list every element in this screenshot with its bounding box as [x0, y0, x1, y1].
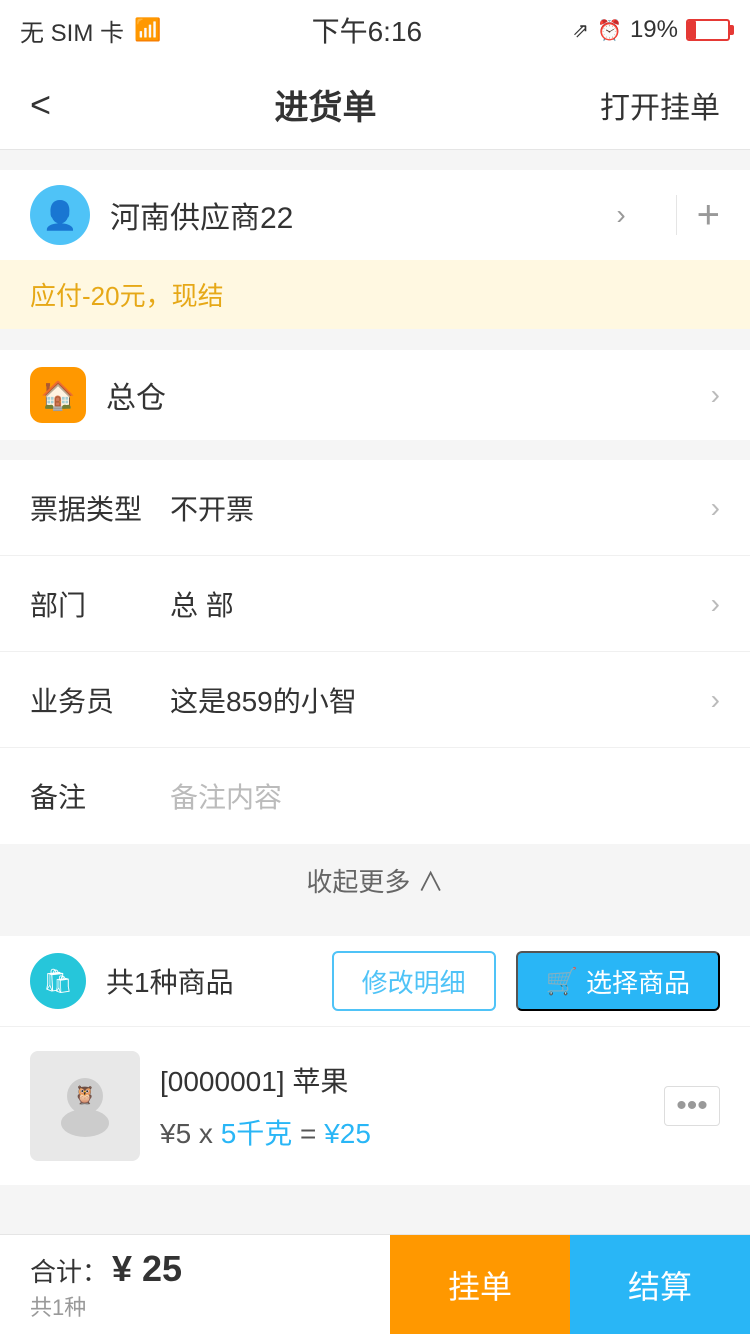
product-item: 🦉 [0000001] 苹果 ¥5 x 5千克 = ¥25 ••• — [0, 1026, 750, 1185]
product-title: 苹果 — [292, 1066, 348, 1097]
salesperson-row[interactable]: 业务员 这是859的小智 › — [0, 652, 750, 748]
invoice-arrow-icon: › — [711, 492, 720, 524]
modify-detail-button[interactable]: 修改明细 — [332, 951, 496, 1011]
quantity: 5千克 — [221, 1118, 293, 1149]
product-image-placeholder: 🦉 — [50, 1071, 120, 1141]
warehouse-name: 总仓 — [106, 373, 711, 417]
avatar-icon: 👤 — [43, 199, 78, 232]
invoice-label: 票据类型 — [30, 488, 150, 528]
total-amount: ¥ 25 — [112, 1248, 182, 1290]
equals: = — [292, 1118, 324, 1149]
supplier-card: 👤 河南供应商22 › + 应付-20元，现结 — [0, 170, 750, 330]
warehouse-icon: 🏠 — [30, 367, 86, 423]
remark-value[interactable]: 备注内容 — [150, 776, 720, 816]
open-pending-button[interactable]: 打开挂单 — [600, 83, 720, 127]
wifi-icon: 📶 — [134, 17, 161, 43]
supplier-avatar: 👤 — [30, 185, 90, 245]
products-header: 🛍 共1种商品 修改明细 🛒 选择商品 — [0, 936, 750, 1026]
unit-price: ¥5 x — [160, 1118, 221, 1149]
product-name: [0000001] 苹果 — [160, 1060, 644, 1100]
salesperson-value: 这是859的小智 — [150, 680, 711, 720]
select-product-button[interactable]: 🛒 选择商品 — [516, 951, 720, 1011]
supplier-arrow-icon: › — [616, 199, 625, 231]
department-value: 总 部 — [150, 584, 711, 624]
bag-icon: 🛍 — [43, 967, 73, 996]
remark-label: 备注 — [30, 776, 150, 816]
invoice-row[interactable]: 票据类型 不开票 › — [0, 460, 750, 556]
svg-text:🦉: 🦉 — [74, 1085, 96, 1105]
add-button[interactable]: + — [697, 193, 720, 238]
status-bar-left: 无 SIM 卡 📶 — [20, 13, 161, 48]
location-icon: ⇗ — [572, 18, 589, 43]
department-arrow-icon: › — [711, 588, 720, 620]
products-icon: 🛍 — [30, 953, 86, 1009]
battery-icon — [686, 19, 730, 41]
product-thumbnail: 🦉 — [30, 1051, 140, 1161]
status-bar: 无 SIM 卡 📶 下午6:16 ⇗ ⏰ 19% — [0, 0, 750, 60]
collapse-bar[interactable]: 收起更多 ∧ — [0, 844, 750, 916]
battery-label: 19% — [630, 16, 678, 44]
nav-bar: < 进货单 打开挂单 — [0, 60, 750, 150]
department-row[interactable]: 部门 总 部 › — [0, 556, 750, 652]
supplier-row[interactable]: 👤 河南供应商22 › + — [0, 170, 750, 260]
product-price-row: ¥5 x 5千克 = ¥25 — [160, 1112, 644, 1152]
carrier-label: 无 SIM 卡 — [20, 13, 124, 48]
total-label: 合计： — [30, 1252, 108, 1289]
product-info: [0000001] 苹果 ¥5 x 5千克 = ¥25 — [160, 1060, 644, 1152]
page-title: 进货单 — [275, 80, 377, 129]
select-icon: 🛒 — [546, 966, 578, 997]
payment-notice: 应付-20元，现结 — [0, 260, 750, 330]
bottom-bar: 合计： ¥ 25 共1种 挂单 结算 — [0, 1234, 750, 1334]
back-button[interactable]: < — [30, 84, 51, 126]
invoice-value: 不开票 — [150, 488, 711, 528]
checkout-button[interactable]: 结算 — [570, 1235, 750, 1334]
product-code: [0000001] — [160, 1066, 292, 1097]
form-section: 票据类型 不开票 › 部门 总 部 › 业务员 这是859的小智 › 备注 备注… — [0, 460, 750, 844]
department-label: 部门 — [30, 584, 150, 624]
supplier-divider — [676, 195, 677, 235]
supplier-name: 河南供应商22 — [110, 193, 616, 237]
total-price: ¥25 — [324, 1118, 371, 1149]
product-more-button[interactable]: ••• — [664, 1086, 720, 1126]
status-bar-time: 下午6:16 — [312, 10, 423, 50]
total-count: 共1种 — [30, 1290, 360, 1322]
warehouse-icon-symbol: 🏠 — [41, 379, 76, 412]
top-divider — [0, 150, 750, 170]
hang-button[interactable]: 挂单 — [390, 1235, 570, 1334]
alarm-icon: ⏰ — [597, 18, 622, 43]
status-bar-right: ⇗ ⏰ 19% — [572, 16, 730, 44]
warehouse-arrow-icon: › — [711, 379, 720, 411]
salesperson-arrow-icon: › — [711, 684, 720, 716]
products-section: 🛍 共1种商品 修改明细 🛒 选择商品 🦉 [0000001] 苹果 ¥5 x … — [0, 936, 750, 1185]
warehouse-row[interactable]: 🏠 总仓 › — [0, 350, 750, 440]
select-label: 选择商品 — [586, 963, 690, 1000]
warehouse-card: 🏠 总仓 › — [0, 350, 750, 440]
total-section: 合计： ¥ 25 共1种 — [0, 1235, 390, 1334]
products-count: 共1种商品 — [106, 961, 312, 1001]
salesperson-label: 业务员 — [30, 680, 150, 720]
remark-row[interactable]: 备注 备注内容 — [0, 748, 750, 844]
